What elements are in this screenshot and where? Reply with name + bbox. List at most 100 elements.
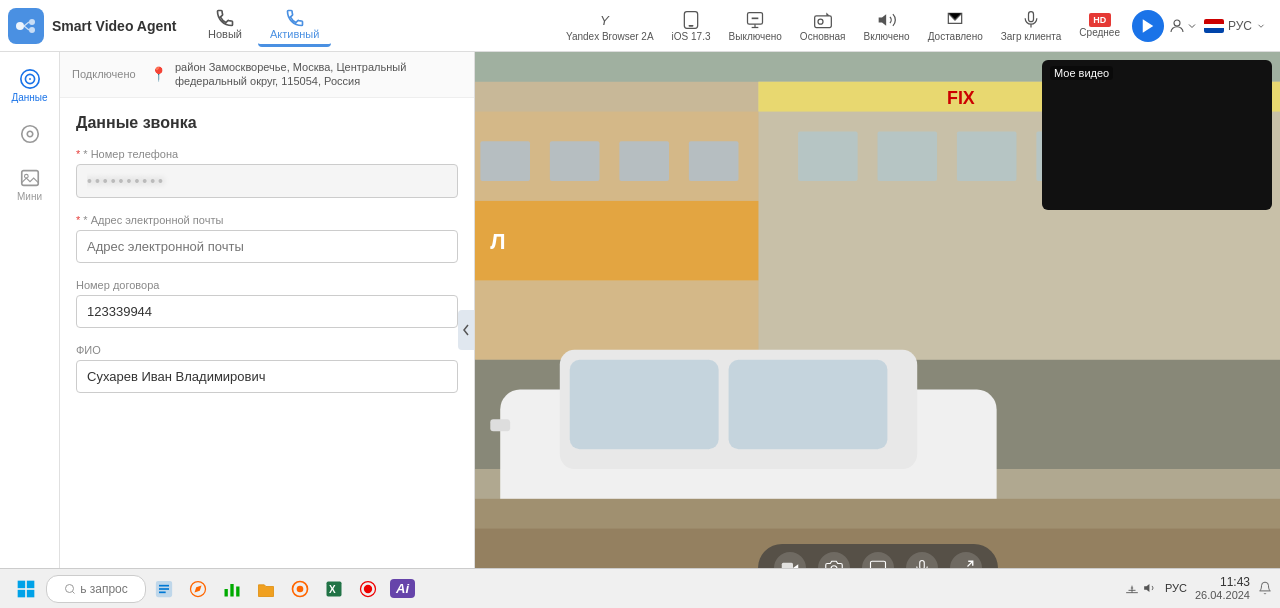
svg-rect-68 (27, 589, 35, 597)
svg-marker-18 (1143, 19, 1154, 33)
taskbar-app5-button[interactable]: X (318, 573, 350, 605)
tool-ios-label: iOS 17.3 (672, 31, 711, 42)
svg-rect-41 (475, 201, 758, 280)
name-input[interactable] (76, 360, 458, 393)
svg-rect-16 (1029, 11, 1034, 21)
tool-ios[interactable]: iOS 17.3 (664, 8, 719, 44)
tool-yandex[interactable]: Y Yandex Browser 2A (558, 8, 662, 44)
sidebar-item-data[interactable]: Данные (4, 60, 56, 111)
call-new-label: Новый (208, 28, 242, 40)
delivered-icon (945, 10, 965, 30)
phone-input[interactable] (76, 164, 458, 198)
svg-point-3 (29, 27, 35, 33)
folder-icon (256, 579, 276, 599)
svg-point-80 (297, 585, 304, 592)
taskbar-folder-button[interactable] (250, 573, 282, 605)
svg-text:FIX: FIX (947, 88, 975, 108)
tool-camera[interactable]: Основная (792, 8, 854, 44)
svg-point-1 (16, 22, 24, 30)
svg-rect-40 (689, 141, 739, 181)
tool-camera-label: Основная (800, 31, 846, 42)
svg-rect-76 (225, 589, 228, 597)
center-area: FIX Л (475, 52, 1280, 608)
mic-icon (1021, 10, 1041, 30)
tool-mic[interactable]: Загр клиента (993, 8, 1070, 44)
sidebar-item-mini[interactable]: Мини (4, 159, 56, 210)
taskbar-compass-button[interactable] (182, 573, 214, 605)
lang-flag (1204, 19, 1224, 33)
email-input[interactable] (76, 230, 458, 263)
tool-hd[interactable]: HD Среднее (1071, 11, 1128, 40)
svg-line-63 (967, 561, 972, 566)
svg-rect-32 (798, 131, 858, 181)
user-icon (1168, 17, 1186, 35)
svg-text:X: X (329, 584, 336, 595)
taskbar-files-button[interactable] (148, 573, 180, 605)
name-label: ФИО (76, 344, 458, 356)
system-tray: РУС 11:43 26.04.2024 (1125, 575, 1272, 603)
taskbar-record-button[interactable] (352, 573, 384, 605)
contract-input[interactable] (76, 295, 458, 328)
user-menu-button[interactable] (1168, 17, 1198, 35)
ai-badge: Ai (390, 579, 415, 598)
svg-rect-39 (619, 141, 669, 181)
chart-icon (222, 579, 242, 599)
svg-point-84 (364, 584, 372, 592)
logo-icon (8, 8, 44, 44)
image-icon (19, 167, 41, 189)
avatar[interactable] (1132, 10, 1164, 42)
svg-rect-33 (878, 131, 938, 181)
contract-group: Номер договора (76, 279, 458, 328)
taskbar-search-text: ь запрос (80, 582, 128, 596)
svg-rect-8 (689, 25, 694, 27)
tray-volume-icon (1143, 581, 1157, 595)
svg-rect-74 (159, 591, 166, 593)
app5-icon: X (324, 579, 344, 599)
sound-icon (877, 10, 897, 30)
mini-video-feed (1042, 60, 1272, 210)
taskbar-time: 11:43 (1195, 575, 1250, 589)
taskbar-search-button[interactable]: ь запрос (46, 575, 146, 603)
taskbar-start-button[interactable] (8, 573, 44, 605)
files-icon (154, 579, 174, 599)
search-icon (64, 583, 76, 595)
taskbar-date: 26.04.2024 (1195, 589, 1250, 602)
ios-icon (681, 10, 701, 30)
logo: Smart Video Agent (8, 8, 188, 44)
tool-yandex-label: Yandex Browser 2A (566, 31, 654, 42)
tool-off[interactable]: Выключено (721, 8, 790, 44)
tool-sound[interactable]: Включено (856, 8, 918, 44)
app-name: Smart Video Agent (52, 18, 176, 34)
language-selector[interactable]: РУС (1198, 15, 1272, 37)
panel-content: Данные звонка * * Номер телефона * * Адр… (60, 98, 474, 608)
header-tools: Y Yandex Browser 2A iOS 17.3 Выключено (558, 8, 1128, 44)
lang-chevron-icon (1256, 21, 1266, 31)
taskbar-chart-button[interactable] (216, 573, 248, 605)
taskbar: ь запрос (0, 568, 1280, 608)
camera-icon (813, 10, 833, 30)
taskbar-browser-button[interactable] (284, 573, 316, 605)
data-icon (19, 68, 41, 90)
call-tabs: Новый Активный (196, 4, 331, 47)
mini-video-label: Мое видео (1050, 66, 1113, 80)
sidebar-item-circle[interactable] (4, 115, 56, 155)
phone-active-icon (285, 8, 305, 28)
tray-lang-label: РУС (1165, 582, 1187, 594)
call-new-tab[interactable]: Новый (196, 4, 254, 47)
tool-delivered[interactable]: Доставлено (920, 8, 991, 44)
svg-line-70 (73, 591, 75, 593)
call-active-tab[interactable]: Активный (258, 4, 331, 47)
taskbar-clock: 11:43 26.04.2024 (1195, 575, 1250, 603)
svg-rect-78 (236, 586, 239, 596)
header: Smart Video Agent Новый Активный Y Yande… (0, 0, 1280, 52)
email-group: * * Адрес электронной почты (76, 214, 458, 263)
hd-badge: HD (1089, 13, 1111, 27)
windows-icon (16, 579, 36, 599)
location-icon: 📍 (150, 66, 167, 82)
lang-label: РУС (1228, 19, 1252, 33)
collapse-panel-button[interactable] (458, 310, 474, 350)
tray-network-icon (1125, 581, 1139, 595)
tray-notification-icon (1258, 581, 1272, 595)
collapse-icon (462, 324, 470, 336)
tool-hd-label: Среднее (1079, 27, 1120, 38)
